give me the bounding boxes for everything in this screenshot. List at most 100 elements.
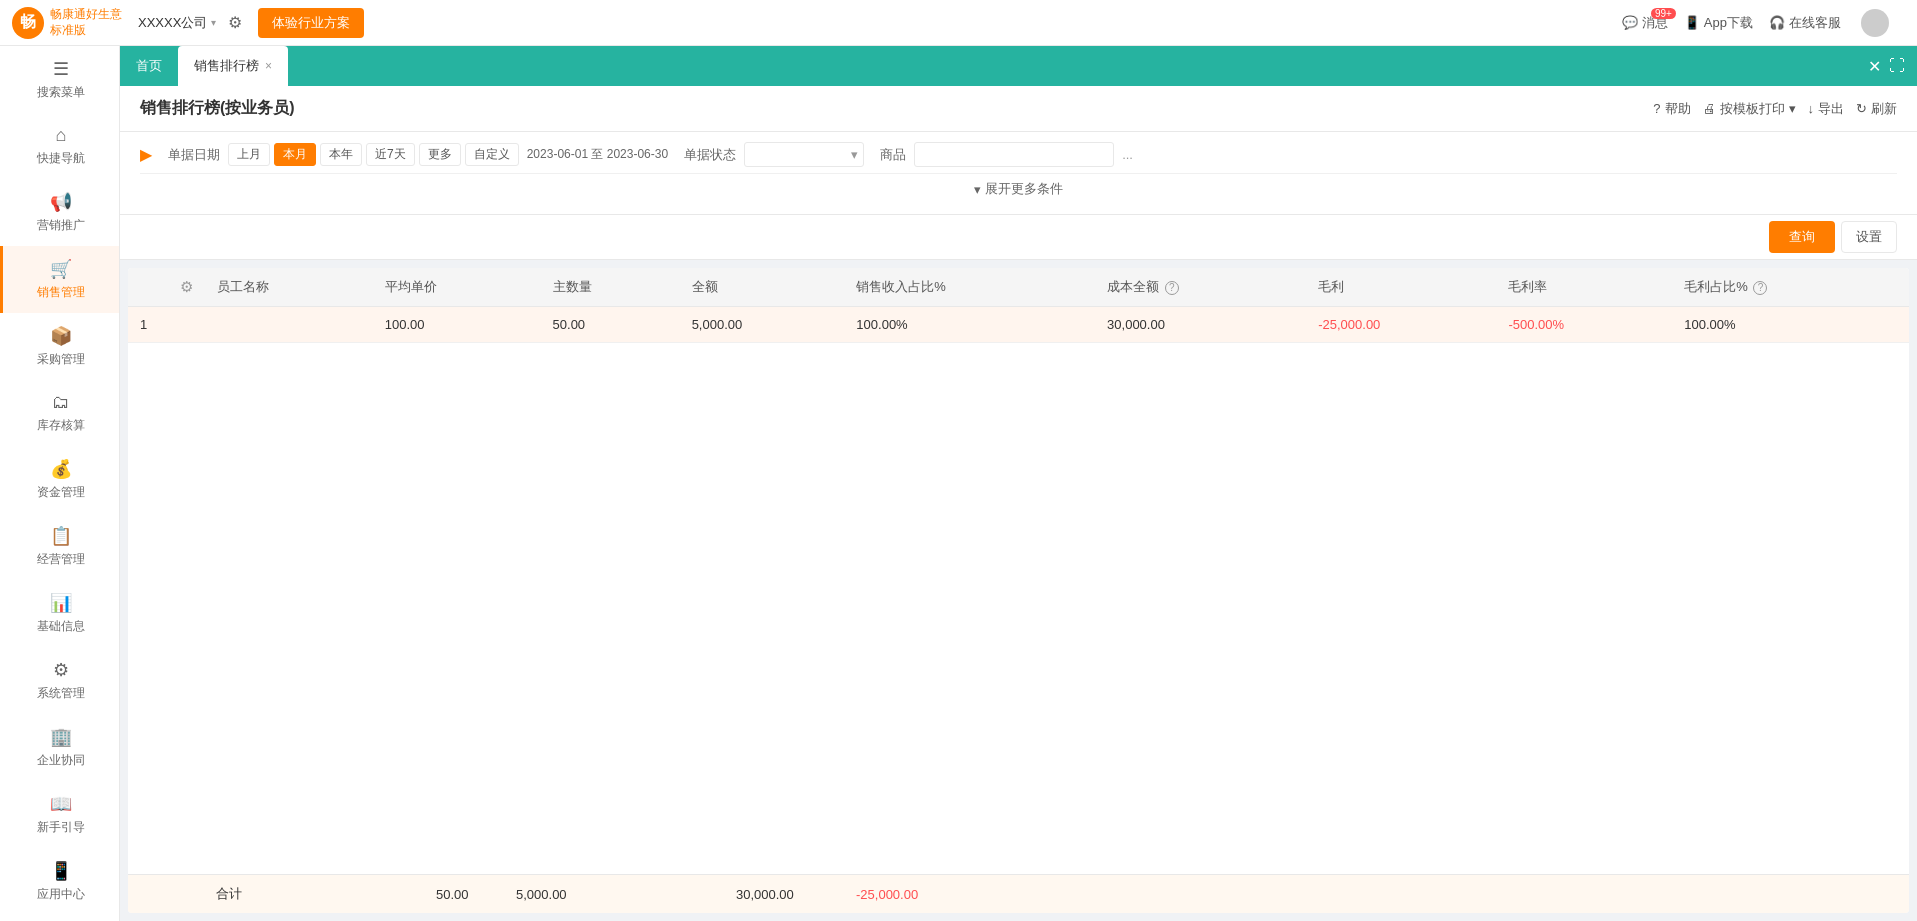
sidebar-item-label: 搜索菜单 bbox=[37, 84, 85, 101]
date-btn-7days[interactable]: 近7天 bbox=[366, 143, 415, 166]
settings-btn[interactable]: 设置 bbox=[1841, 221, 1897, 253]
footer-amount-cell: 5,000.00 bbox=[516, 887, 616, 902]
headset-icon: 🎧 bbox=[1769, 15, 1785, 30]
online-service-btn[interactable]: 🎧 在线客服 bbox=[1769, 14, 1841, 32]
page-header-actions: ? 帮助 🖨 按模板打印 ▾ ↓ 导出 ↻ 刷新 bbox=[1653, 100, 1897, 118]
th-settings[interactable]: ⚙ bbox=[168, 268, 205, 307]
message-btn[interactable]: 💬 消息 99+ bbox=[1622, 14, 1668, 32]
app-download-btn[interactable]: 📱 App下载 bbox=[1684, 14, 1753, 32]
page: 销售排行榜(按业务员) ? 帮助 🖨 按模板打印 ▾ ↓ 导出 bbox=[120, 86, 1917, 921]
sidebar-item-operations[interactable]: 📋 经营管理 bbox=[0, 513, 119, 580]
sidebar-item-search-orders[interactable]: ☰ 搜索菜单 bbox=[0, 46, 119, 113]
trial-btn[interactable]: 体验行业方案 bbox=[258, 8, 364, 38]
page-title: 销售排行榜(按业务员) bbox=[140, 98, 295, 119]
basic-info-icon: 📊 bbox=[50, 592, 72, 614]
status-filter-label: 单据状态 bbox=[684, 146, 736, 164]
topbar: 畅 畅康通好生意 标准版 XXXXX公司 ▾ ⚙ 体验行业方案 💬 消息 99+… bbox=[0, 0, 1917, 46]
cell-profit-ratio: 100.00% bbox=[1672, 307, 1909, 343]
date-btn-this-year[interactable]: 本年 bbox=[320, 143, 362, 166]
help-btn[interactable]: ? 帮助 bbox=[1653, 100, 1690, 118]
enterprise-icon: 🏢 bbox=[50, 726, 72, 748]
date-btn-custom[interactable]: 自定义 bbox=[465, 143, 519, 166]
logo-text: 畅康通好生意 标准版 bbox=[50, 7, 122, 38]
print-icon: 🖨 bbox=[1703, 101, 1716, 116]
cell-amount: 5,000.00 bbox=[680, 307, 845, 343]
sidebar-item-finance[interactable]: 💰 资金管理 bbox=[0, 446, 119, 513]
th-profit-ratio: 毛利占比% ? bbox=[1672, 268, 1909, 307]
avatar[interactable] bbox=[1861, 9, 1889, 37]
expand-label: 展开更多条件 bbox=[985, 180, 1063, 198]
table-spacer bbox=[128, 343, 1909, 874]
tab-home[interactable]: 首页 bbox=[120, 46, 178, 86]
topbar-settings-icon[interactable]: ⚙ bbox=[228, 13, 242, 32]
sidebar-item-apps[interactable]: 📱 应用中心 bbox=[0, 848, 119, 915]
cell-cost: 30,000.00 bbox=[1095, 307, 1306, 343]
system-icon: ⚙ bbox=[53, 659, 69, 681]
print-dropdown-icon: ▾ bbox=[1789, 101, 1796, 116]
sidebar-item-system[interactable]: ⚙ 系统管理 bbox=[0, 647, 119, 714]
finance-icon: 💰 bbox=[50, 458, 72, 480]
filter-date-buttons: 上月 本月 本年 近7天 更多 自定义 bbox=[228, 143, 519, 166]
sidebar-item-marketing[interactable]: 📢 营销推广 bbox=[0, 179, 119, 246]
cell-quantity: 50.00 bbox=[541, 307, 680, 343]
profit-ratio-info-icon[interactable]: ? bbox=[1753, 281, 1767, 295]
tab-sales-ranking[interactable]: 销售排行榜 × bbox=[178, 46, 288, 86]
expand-more-btn[interactable]: ▾ 展开更多条件 bbox=[974, 180, 1063, 198]
action-bar: 查询 设置 bbox=[120, 215, 1917, 260]
sidebar-item-basic-info[interactable]: 📊 基础信息 bbox=[0, 580, 119, 647]
sidebar-item-label: 经营管理 bbox=[37, 551, 85, 568]
table-header-row: ⚙ 员工名称 平均单价 主数量 全额 销售收入占比% 成本全额 ? 毛利 bbox=[128, 268, 1909, 307]
app-logo: 畅 畅康通好生意 标准版 bbox=[12, 7, 122, 39]
table-settings-icon[interactable]: ⚙ bbox=[180, 278, 193, 295]
topbar-right: 💬 消息 99+ 📱 App下载 🎧 在线客服 bbox=[1622, 9, 1905, 37]
refresh-btn[interactable]: ↻ 刷新 bbox=[1856, 100, 1897, 118]
date-btn-last-month[interactable]: 上月 bbox=[228, 143, 270, 166]
sidebar-item-quick-nav[interactable]: ⌂ 快捷导航 bbox=[0, 113, 119, 179]
sidebar-item-sales[interactable]: 🛒 销售管理 bbox=[0, 246, 119, 313]
filter-area: ▶ 单据日期 上月 本月 本年 近7天 更多 自定义 2023-06-01 至 … bbox=[120, 132, 1917, 215]
message-icon: 💬 bbox=[1622, 15, 1638, 30]
sidebar-item-label: 营销推广 bbox=[37, 217, 85, 234]
company-selector[interactable]: XXXXX公司 ▾ bbox=[138, 14, 216, 32]
sidebar-item-purchase[interactable]: 📦 采购管理 bbox=[0, 313, 119, 380]
tabbar-actions: ✕ ⛶ bbox=[1868, 57, 1917, 76]
message-badge: 99+ bbox=[1651, 8, 1676, 19]
th-sales-ratio: 销售收入占比% bbox=[844, 268, 1095, 307]
quick-nav-icon: ⌂ bbox=[56, 125, 67, 146]
footer-gross-profit-cell: -25,000.00 bbox=[856, 887, 956, 902]
cost-info-icon[interactable]: ? bbox=[1165, 281, 1179, 295]
goods-input[interactable] bbox=[914, 142, 1114, 167]
sidebar-item-guide[interactable]: 📖 新手引导 bbox=[0, 781, 119, 848]
marketing-icon: 📢 bbox=[50, 191, 72, 213]
print-btn[interactable]: 🖨 按模板打印 ▾ bbox=[1703, 100, 1796, 118]
th-amount: 全额 bbox=[680, 268, 845, 307]
th-rank bbox=[128, 268, 168, 307]
sidebar-item-enterprise[interactable]: 🏢 企业协同 bbox=[0, 714, 119, 781]
apps-icon: 📱 bbox=[50, 860, 72, 882]
status-select[interactable] bbox=[744, 142, 864, 167]
query-btn[interactable]: 查询 bbox=[1769, 221, 1835, 253]
date-btn-this-month[interactable]: 本月 bbox=[274, 143, 316, 166]
tab-maximize-icon[interactable]: ⛶ bbox=[1889, 57, 1905, 75]
tabbar: 首页 销售排行榜 × ✕ ⛶ bbox=[120, 46, 1917, 86]
cell-gross-profit: -25,000.00 bbox=[1306, 307, 1496, 343]
table-container: ⚙ 员工名称 平均单价 主数量 全额 销售收入占比% 成本全额 ? 毛利 bbox=[128, 268, 1909, 913]
page-header: 销售排行榜(按业务员) ? 帮助 🖨 按模板打印 ▾ ↓ 导出 bbox=[120, 86, 1917, 132]
company-dropdown-icon: ▾ bbox=[211, 17, 216, 28]
filter-row: ▶ 单据日期 上月 本月 本年 近7天 更多 自定义 2023-06-01 至 … bbox=[140, 142, 1897, 167]
goods-more-icon[interactable]: ... bbox=[1122, 147, 1133, 162]
refresh-icon: ↻ bbox=[1856, 101, 1867, 116]
export-btn[interactable]: ↓ 导出 bbox=[1808, 100, 1845, 118]
tab-close-btn[interactable]: × bbox=[265, 59, 272, 73]
cell-sales-ratio: 100.00% bbox=[844, 307, 1095, 343]
date-btn-more[interactable]: 更多 bbox=[419, 143, 461, 166]
sidebar-item-inventory[interactable]: 🗂 库存核算 bbox=[0, 380, 119, 446]
th-cost: 成本全额 ? bbox=[1095, 268, 1306, 307]
app-label: App下载 bbox=[1704, 14, 1753, 32]
filter-goods-item: 商品 ... bbox=[880, 142, 1133, 167]
tab-close-window-icon[interactable]: ✕ bbox=[1868, 57, 1881, 76]
logo-icon: 畅 bbox=[12, 7, 44, 39]
inventory-icon: 🗂 bbox=[52, 392, 70, 413]
filter-collapse-icon[interactable]: ▶ bbox=[140, 145, 152, 164]
sidebar-item-wechat[interactable]: 💬 企业微信 bbox=[0, 915, 119, 921]
